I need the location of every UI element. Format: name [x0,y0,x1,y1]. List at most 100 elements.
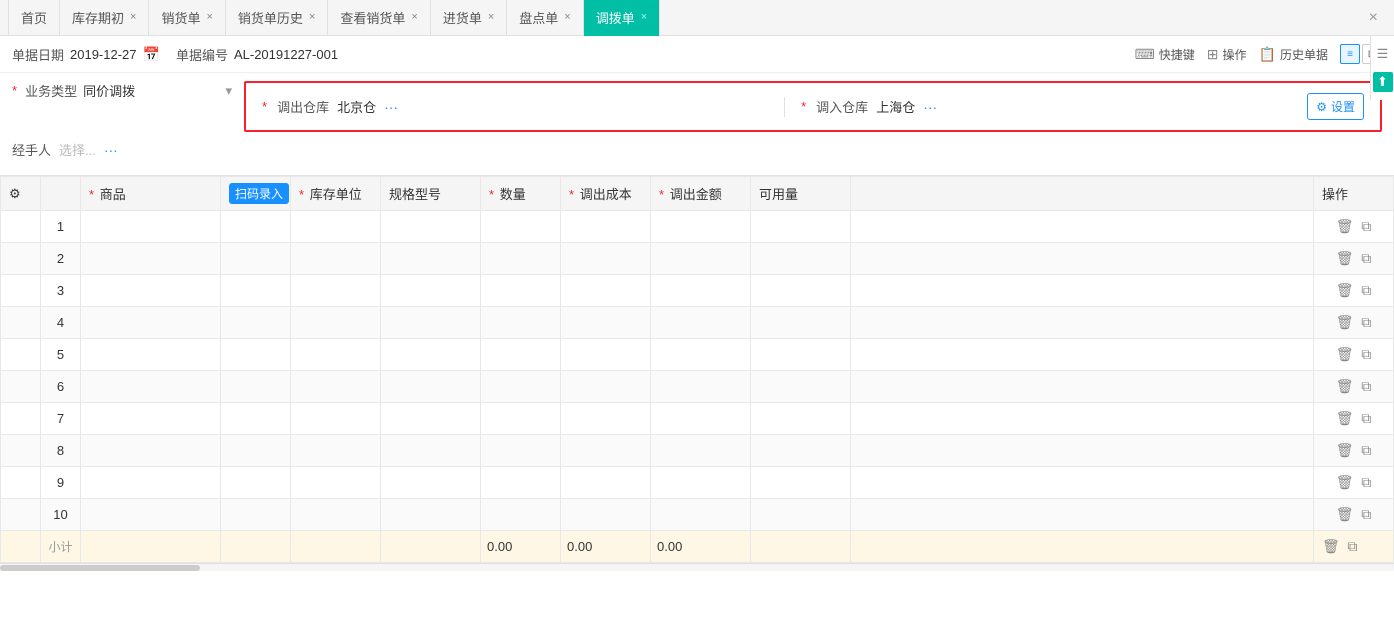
row-spec-cell[interactable] [381,211,481,243]
date-value[interactable]: 2019-12-27 [70,47,137,62]
tab-purchase-order-close[interactable]: × [488,12,494,23]
row-qty-cell[interactable] [481,275,561,307]
row-delete-icon[interactable]: 🗑 [1336,474,1354,490]
row-goods-cell[interactable] [81,275,221,307]
row-cost-cell[interactable] [561,275,651,307]
row-amount-cell[interactable] [651,339,751,371]
row-delete-icon[interactable]: 🗑 [1336,218,1354,234]
handler-input[interactable]: 选择... [59,140,96,159]
row-cost-cell[interactable] [561,403,651,435]
row-cost-cell[interactable] [561,371,651,403]
row-goods-cell[interactable] [81,499,221,531]
row-goods-cell[interactable] [81,211,221,243]
settings-button[interactable]: ⚙ 设置 [1307,93,1364,120]
row-copy-icon[interactable]: ⧉ [1361,442,1371,458]
row-copy-icon[interactable]: ⧉ [1361,282,1371,298]
business-type-arrow[interactable]: ▾ [225,83,232,99]
tab-home[interactable]: 首页 [8,0,60,36]
row-amount-cell[interactable] [651,403,751,435]
row-spec-cell[interactable] [381,275,481,307]
table-settings-icon[interactable]: ⚙ [9,186,21,201]
out-warehouse-value[interactable]: 北京仓 [337,97,376,116]
row-cost-cell[interactable] [561,243,651,275]
tab-inventory-check-close[interactable]: × [564,12,570,23]
row-qty-cell[interactable] [481,211,561,243]
row-amount-cell[interactable] [651,275,751,307]
scroll-thumb[interactable] [0,565,200,571]
row-qty-cell[interactable] [481,435,561,467]
sidebar-list-icon[interactable]: ☰ [1373,44,1393,64]
row-unit-cell[interactable] [291,307,381,339]
row-cost-cell[interactable] [561,211,651,243]
row-goods-cell[interactable] [81,307,221,339]
row-spec-cell[interactable] [381,467,481,499]
row-amount-cell[interactable] [651,307,751,339]
tab-inventory-check[interactable]: 盘点单 × [507,0,583,36]
subtotal-copy-icon[interactable]: ⧉ [1347,538,1357,554]
row-delete-icon[interactable]: 🗑 [1336,410,1354,426]
layout-single-icon[interactable]: ≡ [1340,44,1360,64]
row-copy-icon[interactable]: ⧉ [1361,250,1371,266]
tab-sales-order[interactable]: 销货单 × [149,0,225,36]
operations-action[interactable]: ⊞ 操作 [1207,46,1247,63]
tab-inventory-init[interactable]: 库存期初 × [60,0,149,36]
row-cost-cell[interactable] [561,339,651,371]
row-qty-cell[interactable] [481,371,561,403]
row-spec-cell[interactable] [381,307,481,339]
in-warehouse-value[interactable]: 上海仓 [876,97,915,116]
tab-transfer-order-close[interactable]: × [641,12,647,23]
row-spec-cell[interactable] [381,339,481,371]
row-cost-cell[interactable] [561,307,651,339]
row-amount-cell[interactable] [651,467,751,499]
row-spec-cell[interactable] [381,403,481,435]
tab-view-sales-close[interactable]: × [411,12,417,23]
row-amount-cell[interactable] [651,499,751,531]
history-action[interactable]: 📋 历史单据 [1259,46,1328,63]
row-amount-cell[interactable] [651,371,751,403]
row-qty-cell[interactable] [481,307,561,339]
row-copy-icon[interactable]: ⧉ [1361,314,1371,330]
row-copy-icon[interactable]: ⧉ [1361,410,1371,426]
row-delete-icon[interactable]: 🗑 [1336,314,1354,330]
row-spec-cell[interactable] [381,499,481,531]
row-goods-cell[interactable] [81,371,221,403]
col-settings-header[interactable]: ⚙ [1,177,41,211]
sidebar-expand-icon[interactable]: ⬆ [1373,72,1393,92]
row-amount-cell[interactable] [651,435,751,467]
row-copy-icon[interactable]: ⧉ [1361,218,1371,234]
row-amount-cell[interactable] [651,243,751,275]
row-goods-cell[interactable] [81,403,221,435]
tab-view-sales[interactable]: 查看销货单 × [328,0,430,36]
row-qty-cell[interactable] [481,243,561,275]
row-goods-cell[interactable] [81,435,221,467]
row-spec-cell[interactable] [381,243,481,275]
row-cost-cell[interactable] [561,467,651,499]
row-unit-cell[interactable] [291,403,381,435]
tab-sales-history-close[interactable]: × [309,12,315,23]
subtotal-delete-icon[interactable]: 🗑 [1322,538,1340,554]
row-qty-cell[interactable] [481,339,561,371]
row-unit-cell[interactable] [291,467,381,499]
row-delete-icon[interactable]: 🗑 [1336,282,1354,298]
row-spec-cell[interactable] [381,371,481,403]
close-window-button[interactable]: × [1361,9,1386,27]
row-unit-cell[interactable] [291,243,381,275]
row-goods-cell[interactable] [81,339,221,371]
row-unit-cell[interactable] [291,371,381,403]
row-copy-icon[interactable]: ⧉ [1361,474,1371,490]
row-unit-cell[interactable] [291,435,381,467]
row-cost-cell[interactable] [561,499,651,531]
scan-button[interactable]: 扫码录入 [229,183,289,204]
row-unit-cell[interactable] [291,275,381,307]
tab-purchase-order[interactable]: 进货单 × [431,0,507,36]
out-warehouse-more[interactable]: ··· [384,99,398,115]
row-copy-icon[interactable]: ⧉ [1361,378,1371,394]
row-unit-cell[interactable] [291,499,381,531]
row-goods-cell[interactable] [81,243,221,275]
row-delete-icon[interactable]: 🗑 [1336,506,1354,522]
row-qty-cell[interactable] [481,403,561,435]
tab-sales-order-close[interactable]: × [206,12,212,23]
row-unit-cell[interactable] [291,211,381,243]
tab-sales-history[interactable]: 销货单历史 × [226,0,328,36]
row-copy-icon[interactable]: ⧉ [1361,346,1371,362]
